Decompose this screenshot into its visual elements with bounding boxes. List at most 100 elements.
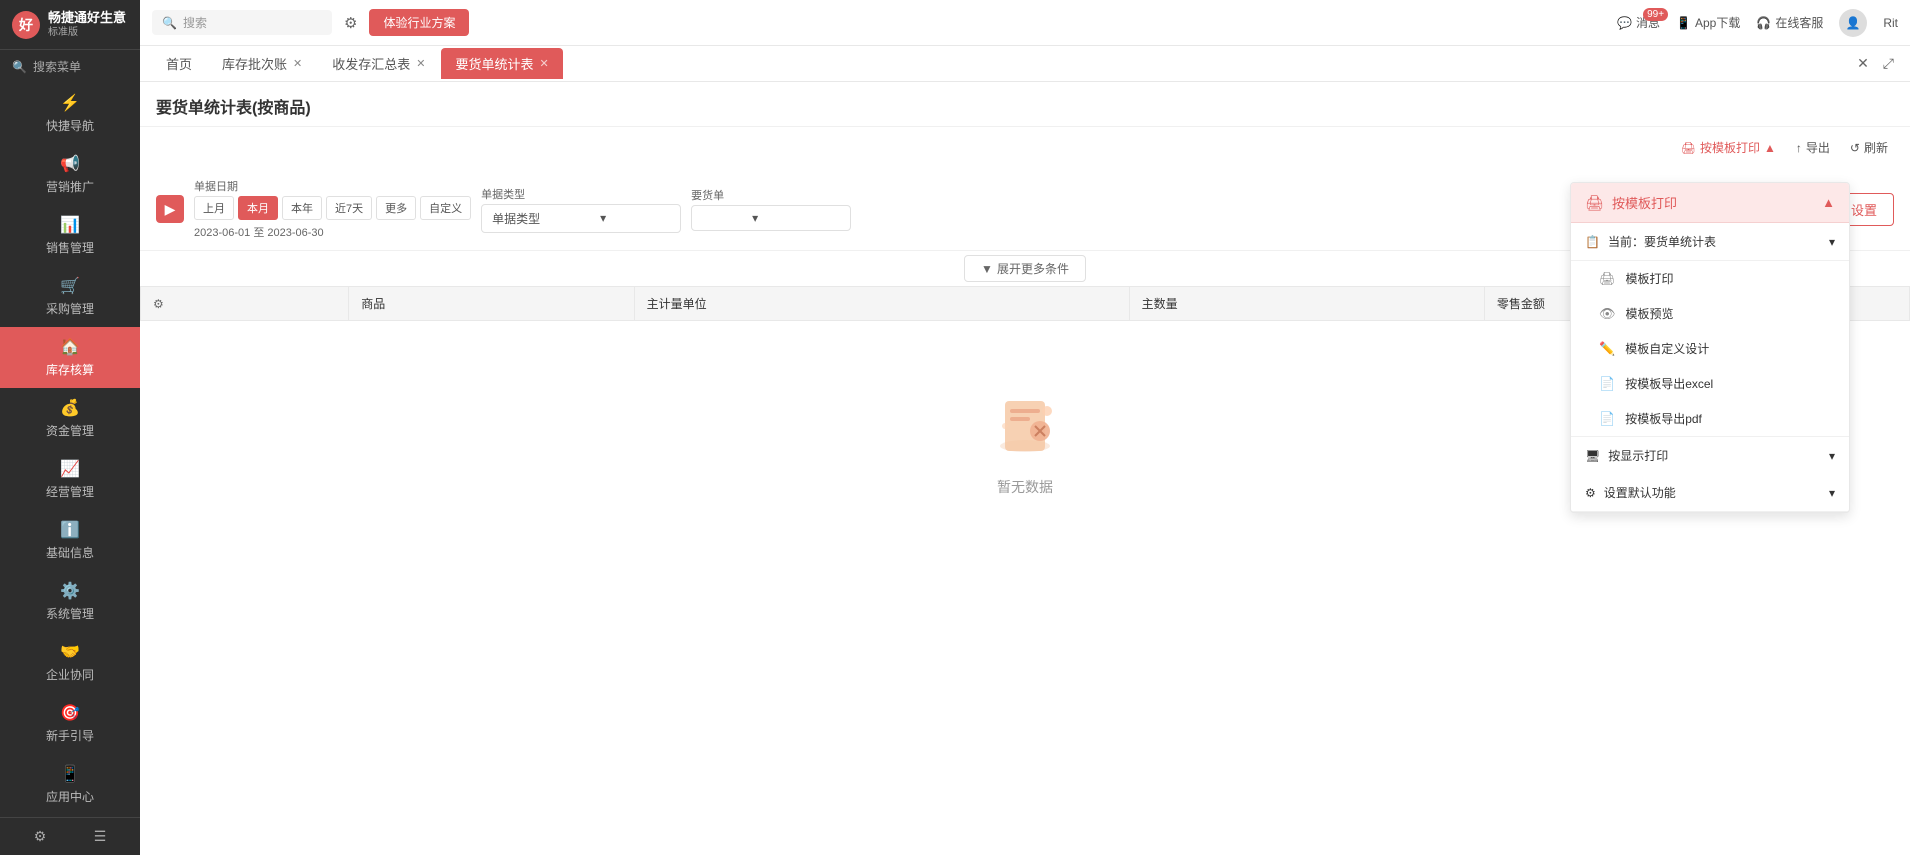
nav-icon-yingxiao: 📢: [60, 154, 80, 174]
nav-icon-jichu: ℹ️: [60, 520, 80, 540]
messages-button[interactable]: 💬 消息 99+: [1617, 14, 1660, 31]
template-preview-icon: 👁: [1599, 306, 1616, 322]
action-bar: 🖨 按模板打印 ▲ ↑ 导出 ↺ 刷新: [140, 127, 1910, 168]
date-btn-this-month[interactable]: 本月: [238, 196, 278, 220]
col-unit: 主计量单位: [634, 287, 1129, 321]
topbar-search[interactable]: 🔍 搜索: [152, 10, 332, 35]
filter-expand-button[interactable]: ▶: [156, 195, 184, 223]
tab-shoufa-huizong[interactable]: 收发存汇总表 ✕: [318, 48, 439, 79]
close-all-tabs-icon[interactable]: ✕: [1853, 53, 1873, 74]
dropdown-display-print[interactable]: 🖥 按显示打印 ▾: [1571, 437, 1849, 474]
topbar-search-placeholder: 搜索: [183, 14, 207, 31]
message-icon: 💬: [1617, 16, 1632, 30]
sidebar: 好 畅捷通好生意 标准版 🔍 搜索菜单 ⚡ 快捷导航 📢 营销推广 📊 销售管理…: [0, 0, 140, 855]
app-download-icon: 📱: [1676, 16, 1691, 30]
order-type-select[interactable]: 单据类型 ▾: [481, 204, 681, 233]
date-btn-last-month[interactable]: 上月: [194, 196, 234, 220]
app-download-button[interactable]: 📱 App下载: [1676, 14, 1740, 31]
dropdown-item-export-excel[interactable]: 📄 按模板导出excel: [1571, 366, 1849, 401]
avatar[interactable]: 👤: [1839, 9, 1867, 37]
sidebar-item-jingying[interactable]: 📈 经营管理: [0, 449, 140, 510]
template-print-icon: 🖨: [1599, 271, 1616, 287]
main-content: 🔍 搜索 ⚙ 体验行业方案 💬 消息 99+ 📱 App下载 🎧 在线客服 👤 …: [140, 0, 1910, 855]
sidebar-item-yingxiao[interactable]: 📢 营销推广: [0, 144, 140, 205]
default-func-chevron: ▾: [1829, 486, 1835, 500]
menu-toggle-icon[interactable]: ☰: [94, 828, 107, 845]
dropdown-item-export-pdf[interactable]: 📄 按模板导出pdf: [1571, 401, 1849, 436]
tab-home[interactable]: 首页: [152, 48, 206, 79]
empty-icon: [985, 381, 1065, 461]
export-pdf-icon: 📄: [1599, 411, 1615, 427]
print-label: 按模板打印: [1700, 139, 1760, 156]
order-type-filter-group: 单据类型 单据类型 ▾: [481, 186, 681, 233]
sidebar-item-xiaoshou[interactable]: 📊 销售管理: [0, 205, 140, 266]
export-button[interactable]: ↑ 导出: [1790, 135, 1836, 160]
app-download-label: App下载: [1695, 14, 1740, 31]
sidebar-item-kuaijie[interactable]: ⚡ 快捷导航: [0, 83, 140, 144]
date-filter-group: 单据日期 上月 本月 本年 近7天 更多 自定义 2023-06-01 至 20…: [194, 178, 471, 240]
nav-label-kuaijie: 快捷导航: [46, 117, 94, 134]
date-btn-this-year[interactable]: 本年: [282, 196, 322, 220]
expand-more-button[interactable]: ▼ 展开更多条件: [964, 255, 1086, 282]
expand-label: 展开更多条件: [997, 260, 1069, 277]
online-service-button[interactable]: 🎧 在线客服: [1756, 14, 1823, 31]
print-template-button[interactable]: 🖨 按模板打印 ▲: [1675, 135, 1782, 160]
tab-kucun-pizhang[interactable]: 库存批次账 ✕: [208, 48, 316, 79]
expand-tabs-icon[interactable]: ⤢: [1879, 53, 1898, 74]
sidebar-search[interactable]: 🔍 搜索菜单: [0, 50, 140, 83]
topbar-gear-icon[interactable]: ⚙: [340, 10, 361, 36]
nav-icon-kuaijie: ⚡: [60, 93, 80, 113]
nav-label-xinshou: 新手引导: [46, 727, 94, 744]
version-label: 标准版: [48, 26, 126, 39]
sidebar-item-jichu[interactable]: ℹ️ 基础信息: [0, 510, 140, 571]
refresh-icon: ↺: [1850, 141, 1860, 155]
nav-label-kucun: 库存核算: [46, 361, 94, 378]
sidebar-logo: 好 畅捷通好生意 标准版: [0, 0, 140, 50]
order-type-label: 单据类型: [481, 186, 681, 202]
logo-text: 畅捷通好生意 标准版: [48, 10, 126, 40]
export-label: 导出: [1806, 139, 1830, 156]
settings-icon[interactable]: ⚙: [34, 828, 47, 845]
nav-icon-xiaoshou: 📊: [60, 215, 80, 235]
messages-badge: 99+: [1643, 8, 1668, 21]
trial-button[interactable]: 体验行业方案: [369, 9, 469, 36]
sidebar-item-zijin[interactable]: 💰 资金管理: [0, 388, 140, 449]
nav-label-yingxiao: 营销推广: [46, 178, 94, 195]
current-template-label: 当前：要货单统计表: [1608, 233, 1716, 250]
date-btn-more[interactable]: 更多: [376, 196, 416, 220]
dropdown-item-template-preview[interactable]: 👁 模板预览: [1571, 296, 1849, 331]
tab-shoufa-huizong-close[interactable]: ✕: [416, 57, 425, 70]
dropdown-item-template-design[interactable]: ✏️ 模板自定义设计: [1571, 331, 1849, 366]
default-func-label: 设置默认功能: [1604, 484, 1676, 501]
col-goods: 商品: [349, 287, 634, 321]
date-btn-custom[interactable]: 自定义: [420, 196, 471, 220]
nav-label-qiye: 企业协同: [46, 666, 94, 683]
tab-kucun-pizhang-close[interactable]: ✕: [293, 57, 302, 70]
sidebar-item-xitong[interactable]: ⚙️ 系统管理: [0, 571, 140, 632]
sidebar-item-qiye[interactable]: 🤝 企业协同: [0, 632, 140, 693]
dropdown-close-icon[interactable]: ▲: [1822, 195, 1835, 210]
tab-yaohuo-tongji-close[interactable]: ✕: [540, 57, 549, 70]
col-settings[interactable]: ⚙: [141, 287, 349, 321]
search-icon: 🔍: [12, 60, 27, 74]
date-buttons: 上月 本月 本年 近7天 更多 自定义: [194, 196, 471, 220]
nav-label-jichu: 基础信息: [46, 544, 94, 561]
refresh-button[interactable]: ↺ 刷新: [1844, 135, 1894, 160]
dropdown-item-template-print[interactable]: 🖨 模板打印: [1571, 261, 1849, 296]
dropdown-default-func[interactable]: ⚙ 设置默认功能 ▾: [1571, 474, 1849, 511]
sidebar-item-kucun[interactable]: 🏠 库存核算: [0, 327, 140, 388]
dropdown-expandables-section: 🖥 按显示打印 ▾ ⚙ 设置默认功能 ▾: [1571, 437, 1849, 512]
dropdown-header-label: 按模板打印: [1612, 193, 1677, 212]
goods-filter-select[interactable]: ▾: [691, 205, 851, 231]
order-type-value: 单据类型: [492, 210, 540, 227]
dropdown-header[interactable]: 🖨 按模板打印 ▲: [1571, 183, 1849, 223]
dropdown-current-template[interactable]: 📋 当前：要货单统计表 ▾: [1571, 223, 1849, 260]
date-btn-7days[interactable]: 近7天: [326, 196, 372, 220]
sidebar-item-yingyong[interactable]: 📱 应用中心: [0, 754, 140, 815]
sidebar-item-xinshou[interactable]: 🎯 新手引导: [0, 693, 140, 754]
tab-yaohuo-tongji[interactable]: 要货单统计表 ✕: [441, 48, 562, 79]
sidebar-item-caigou[interactable]: 🛒 采购管理: [0, 266, 140, 327]
nav-label-jingying: 经营管理: [46, 483, 94, 500]
table-settings-icon[interactable]: ⚙: [153, 297, 164, 311]
display-print-icon: 🖥: [1585, 449, 1600, 463]
